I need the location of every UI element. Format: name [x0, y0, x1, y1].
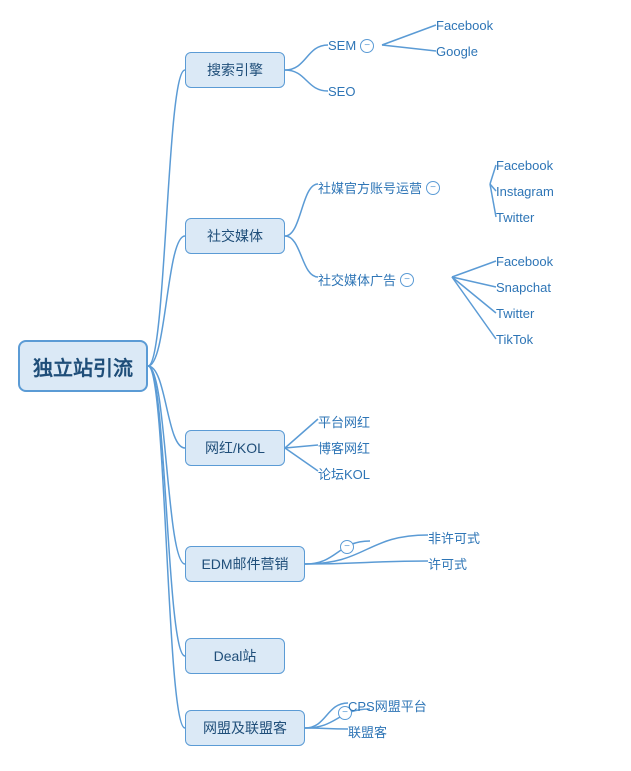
l2-ads: 社交媒体广告 −: [318, 270, 414, 289]
l1-social: 社交媒体: [185, 218, 285, 254]
l1-network: 网盟及联盟客: [185, 710, 305, 746]
l1-edm: EDM邮件营销: [185, 546, 305, 582]
l1-deal: Deal站: [185, 638, 285, 674]
l2-platform-kol: 平台网红: [318, 412, 370, 431]
l1-search: 搜索引擎: [185, 52, 285, 88]
l2-forum-kol: 论坛KOL: [318, 464, 370, 483]
l2-permit: 许可式: [428, 554, 467, 573]
l3-tiktok: TikTok: [496, 332, 533, 347]
l3-google: Google: [436, 44, 478, 59]
l2-cps: CPS网盟平台: [348, 696, 427, 715]
collapse-ads[interactable]: −: [400, 273, 414, 287]
l2-blog-kol: 博客网红: [318, 438, 370, 457]
l2-sem: SEM −: [328, 38, 374, 53]
collapse-sem[interactable]: −: [360, 39, 374, 53]
l2-seo: SEO: [328, 84, 355, 99]
l3-twitter-official: Twitter: [496, 210, 534, 225]
l3-facebook-sem: Facebook: [436, 18, 493, 33]
l3-facebook-ads: Facebook: [496, 254, 553, 269]
l1-kol: 网红/KOL: [185, 430, 285, 466]
l3-twitter-ads: Twitter: [496, 306, 534, 321]
collapse-official[interactable]: −: [426, 181, 440, 195]
l2-edm-group: −: [340, 540, 358, 554]
l2-official: 社媒官方账号运营 −: [318, 178, 440, 197]
l2-affiliate: 联盟客: [348, 722, 387, 741]
l3-instagram: Instagram: [496, 184, 554, 199]
collapse-edm[interactable]: −: [340, 540, 354, 554]
root-label: 独立站引流: [33, 352, 133, 381]
l2-non-permit: 非许可式: [428, 528, 480, 547]
root-node: 独立站引流: [18, 340, 148, 392]
l3-snapchat: Snapchat: [496, 280, 551, 295]
l3-facebook-official: Facebook: [496, 158, 553, 173]
